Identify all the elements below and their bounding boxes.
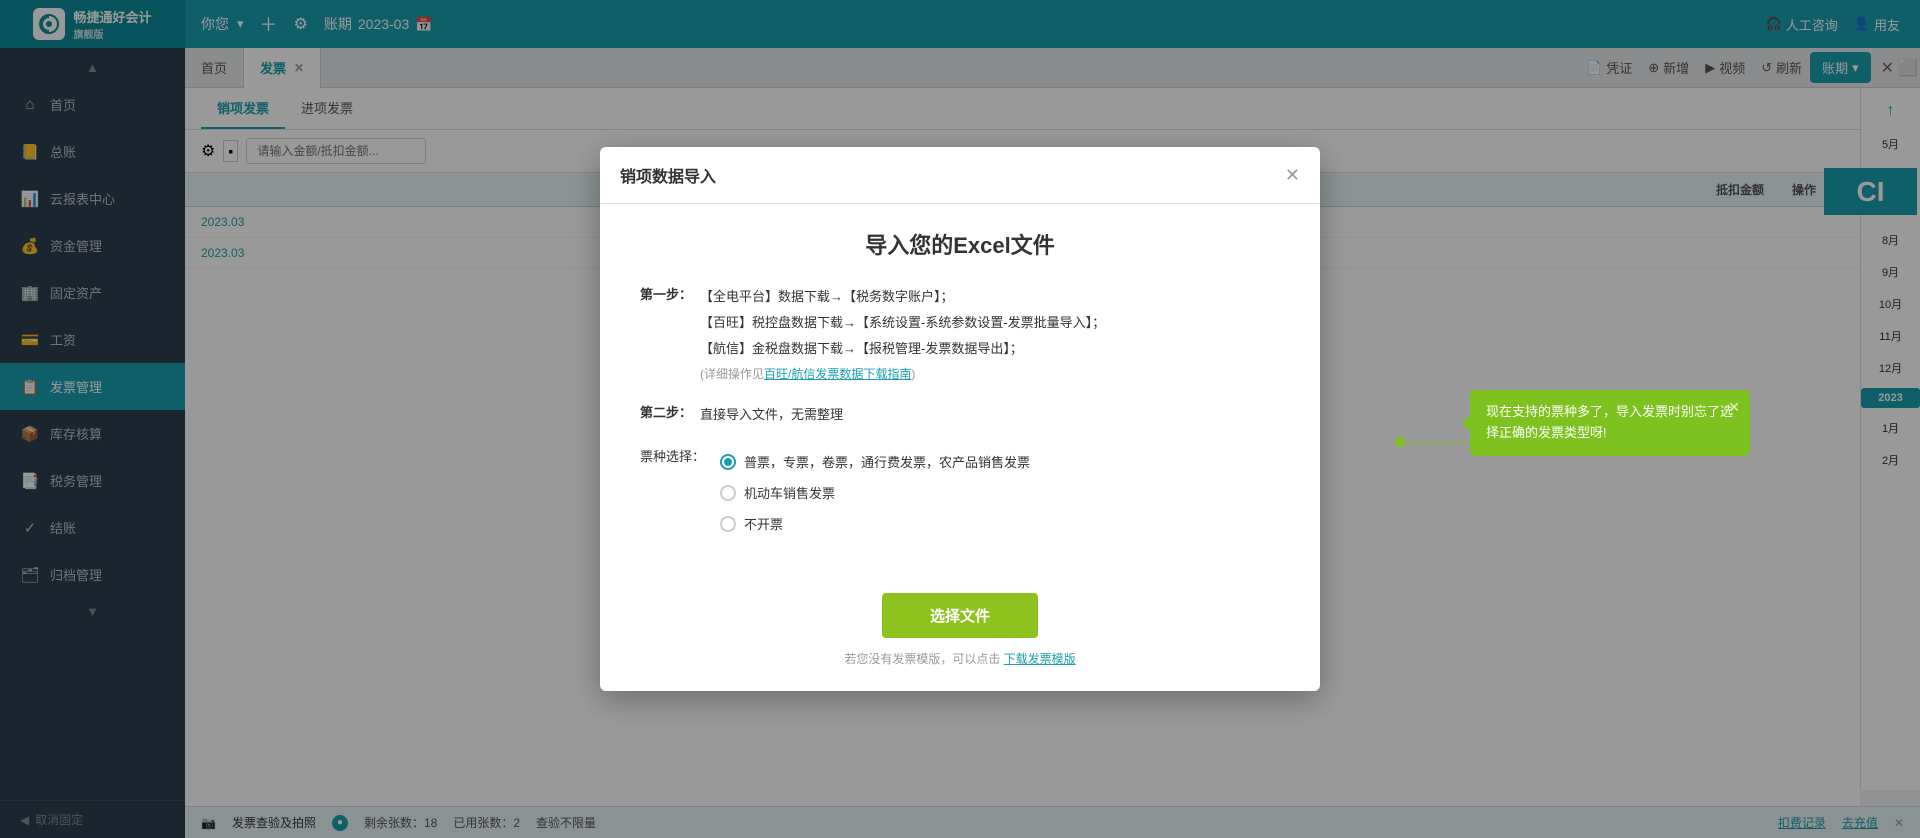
radio-label-1: 普票，专票，卷票，通行费发票，农产品销售发票 <box>744 452 1030 471</box>
step2-content: 直接导入文件，无需整理 <box>700 402 843 428</box>
step1-line2: 【百旺】税控盘数据下载→【系统设置-系统参数设置-发票批量导入】； <box>700 310 1105 336</box>
step1: 第一步： 【全电平台】数据下载→【税务数字账户】； 【百旺】税控盘数据下载→【系… <box>640 284 1280 386</box>
download-template-link[interactable]: 下载发票模版 <box>1004 652 1076 666</box>
footer-note-text: 若您没有发票模版，可以点击 <box>844 652 1000 666</box>
radio-circle-3 <box>720 516 736 532</box>
step1-content: 【全电平台】数据下载→【税务数字账户】； 【百旺】税控盘数据下载→【系统设置-系… <box>700 284 1105 386</box>
radio-circle-1 <box>720 454 736 470</box>
step1-label: 第一步： <box>640 284 700 386</box>
radio-circle-2 <box>720 485 736 501</box>
tooltip-dot <box>1395 437 1405 447</box>
footer-note: 若您没有发票模版，可以点击 下载发票模版 <box>640 650 1280 667</box>
radio-label-2: 机动车销售发票 <box>744 483 835 502</box>
modal-body: 导入您的Excel文件 第一步： 【全电平台】数据下载→【税务数字账户】； 【百… <box>600 204 1320 577</box>
step2-label: 第二步： <box>640 402 700 428</box>
tooltip-bubble: ✕ 现在支持的票种多了，导入发票时别忘了选择正确的发票类型呀! <box>1470 390 1750 456</box>
step1-line3: 【航信】金税盘数据下载→【报税管理-发票数据导出】； <box>700 336 1105 362</box>
modal-close-button[interactable]: ✕ <box>1285 165 1300 186</box>
radio-item-2[interactable]: 机动车销售发票 <box>720 483 1030 502</box>
step1-note: (详细操作见百旺/航信发票数据下载指南) <box>700 362 1105 386</box>
ticket-label: 票种选择： <box>640 444 720 465</box>
step1-line1: 【全电平台】数据下载→【税务数字账户】； <box>700 284 1105 310</box>
step2: 第二步： 直接导入文件，无需整理 <box>640 402 1280 428</box>
tooltip-line <box>1402 442 1472 443</box>
modal-header: 销项数据导入 ✕ <box>600 147 1320 204</box>
ticket-select: 票种选择： 普票，专票，卷票，通行费发票，农产品销售发票 机动车销售发票 不开票 <box>640 444 1280 553</box>
radio-dot-1 <box>724 458 732 466</box>
tooltip-close-button[interactable]: ✕ <box>1728 396 1740 418</box>
tooltip-text: 现在支持的票种多了，导入发票时别忘了选择正确的发票类型呀! <box>1486 404 1733 440</box>
modal-heading: 导入您的Excel文件 <box>640 228 1280 260</box>
select-file-button[interactable]: 选择文件 <box>882 593 1038 638</box>
step1-link[interactable]: 百旺/航信发票数据下载指南 <box>764 367 911 381</box>
modal-title: 销项数据导入 <box>620 163 716 187</box>
modal-footer: 选择文件 若您没有发票模版，可以点击 下载发票模版 <box>600 577 1320 691</box>
import-modal: 销项数据导入 ✕ 导入您的Excel文件 第一步： 【全电平台】数据下载→【税务… <box>600 147 1320 691</box>
radio-item-3[interactable]: 不开票 <box>720 514 1030 533</box>
radio-label-3: 不开票 <box>744 514 783 533</box>
radio-item-1[interactable]: 普票，专票，卷票，通行费发票，农产品销售发票 <box>720 452 1030 471</box>
radio-group: 普票，专票，卷票，通行费发票，农产品销售发票 机动车销售发票 不开票 <box>720 452 1030 545</box>
